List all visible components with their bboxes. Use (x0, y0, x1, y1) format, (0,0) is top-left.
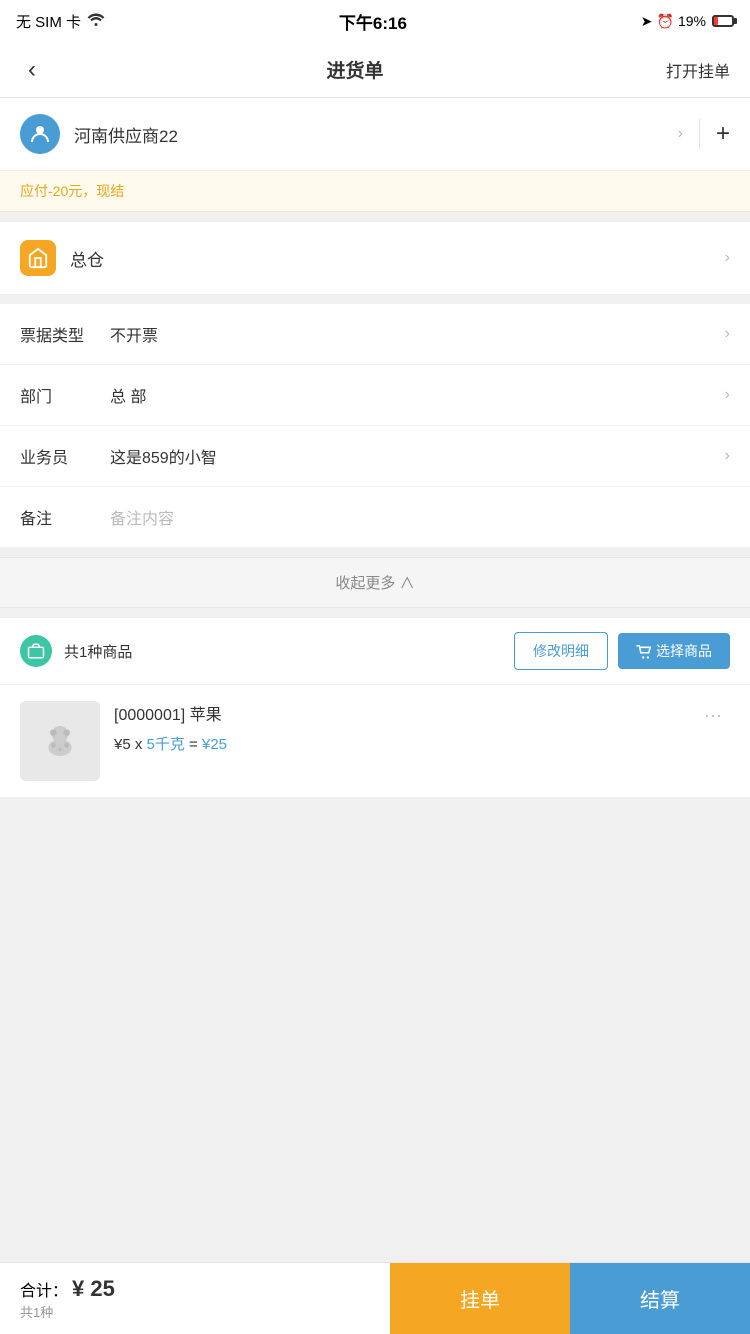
status-right: ➤ ⏰ 19% (641, 13, 734, 30)
battery-icon (712, 15, 734, 27)
bottom-bar: 合计： ¥ 25 共1种 挂单 结算 (0, 1262, 750, 1334)
salesman-chevron-icon: › (725, 447, 730, 465)
status-bar: 无 SIM 卡 下午6:16 ➤ ⏰ 19% (0, 0, 750, 42)
warehouse-row[interactable]: 总仓 › (0, 222, 750, 294)
salesman-row[interactable]: 业务员 这是859的小智 › (0, 426, 750, 487)
equals: = (185, 736, 202, 753)
alert-banner: 应付-20元，现结 (0, 171, 750, 212)
supplier-card: 河南供应商22 › + 应付-20元，现结 (0, 98, 750, 212)
battery-percent: 19% (678, 13, 706, 29)
collapse-label: 收起更多 ∧ (335, 572, 414, 593)
page-title: 进货单 (326, 56, 383, 83)
note-label: 备注 (20, 505, 100, 529)
supplier-name: 河南供应商22 (74, 122, 678, 147)
department-chevron-icon: › (725, 386, 730, 404)
product-count-icon (20, 635, 52, 667)
back-button[interactable]: ‹ (20, 48, 44, 92)
select-product-label: 选择商品 (656, 641, 712, 661)
warehouse-icon (20, 240, 56, 276)
add-supplier-button[interactable]: + (716, 120, 730, 148)
supplier-divider (699, 119, 700, 149)
alarm-icon: ⏰ (657, 13, 674, 30)
product-more-button[interactable]: ··· (696, 701, 730, 730)
product-price: ¥5 x 5千克 = ¥25 (114, 733, 696, 754)
unit-price: ¥5 x (114, 736, 147, 753)
nav-bar: ‹ 进货单 打开挂单 (0, 42, 750, 98)
product-name: [0000001] 苹果 (114, 701, 696, 725)
invoice-row[interactable]: 票据类型 不开票 › (0, 304, 750, 365)
invoice-chevron-icon: › (725, 325, 730, 343)
products-header: 共1种商品 修改明细 选择商品 (0, 618, 750, 685)
carrier-text: 无 SIM 卡 (16, 11, 81, 32)
invoice-value: 不开票 (100, 322, 725, 346)
supplier-chevron-icon: › (678, 125, 683, 143)
product-thumbnail (20, 701, 100, 781)
warehouse-name: 总仓 (70, 246, 725, 271)
edit-detail-button[interactable]: 修改明细 (514, 632, 608, 670)
department-label: 部门 (20, 383, 100, 407)
note-row[interactable]: 备注 备注内容 (0, 487, 750, 547)
product-info: [0000001] 苹果 ¥5 x 5千克 = ¥25 (114, 701, 696, 754)
open-pending-button[interactable]: 打开挂单 (666, 58, 730, 82)
total-label: 合计： (20, 1277, 68, 1301)
salesman-value: 这是859的小智 (100, 444, 725, 468)
select-product-button[interactable]: 选择商品 (618, 633, 730, 669)
collapse-bar[interactable]: 收起更多 ∧ (0, 557, 750, 608)
department-row[interactable]: 部门 总 部 › (0, 365, 750, 426)
product-id: [0000001] (114, 707, 190, 724)
invoice-label: 票据类型 (20, 322, 100, 346)
status-time: 下午6:16 (339, 9, 407, 34)
pending-button[interactable]: 挂单 (390, 1263, 570, 1334)
note-input[interactable]: 备注内容 (100, 505, 730, 529)
status-left: 无 SIM 卡 (16, 11, 105, 32)
content-area: 河南供应商22 › + 应付-20元，现结 总仓 › 票据类型 不开票 › (0, 98, 750, 887)
subtotal: ¥25 (202, 736, 227, 753)
supplier-row[interactable]: 河南供应商22 › + (0, 98, 750, 171)
product-item: [0000001] 苹果 ¥5 x 5千克 = ¥25 ··· (0, 685, 750, 797)
warehouse-card[interactable]: 总仓 › (0, 222, 750, 294)
product-count-text: 共1种商品 (64, 641, 514, 662)
total-amount: ¥ 25 (72, 1276, 115, 1302)
cart-icon (636, 643, 652, 659)
quantity: 5千克 (147, 736, 185, 753)
supplier-avatar (20, 114, 60, 154)
product-title: 苹果 (190, 707, 222, 724)
department-value: 总 部 (100, 383, 725, 407)
warehouse-chevron-icon: › (725, 249, 730, 267)
checkout-button[interactable]: 结算 (570, 1263, 750, 1334)
total-section: 合计： ¥ 25 共1种 (0, 1263, 390, 1334)
wifi-icon (87, 12, 105, 30)
form-card: 票据类型 不开票 › 部门 总 部 › 业务员 这是859的小智 › 备注 备注… (0, 304, 750, 547)
salesman-label: 业务员 (20, 444, 100, 468)
location-icon: ➤ (641, 13, 653, 30)
total-count: 共1种 (20, 1302, 370, 1321)
